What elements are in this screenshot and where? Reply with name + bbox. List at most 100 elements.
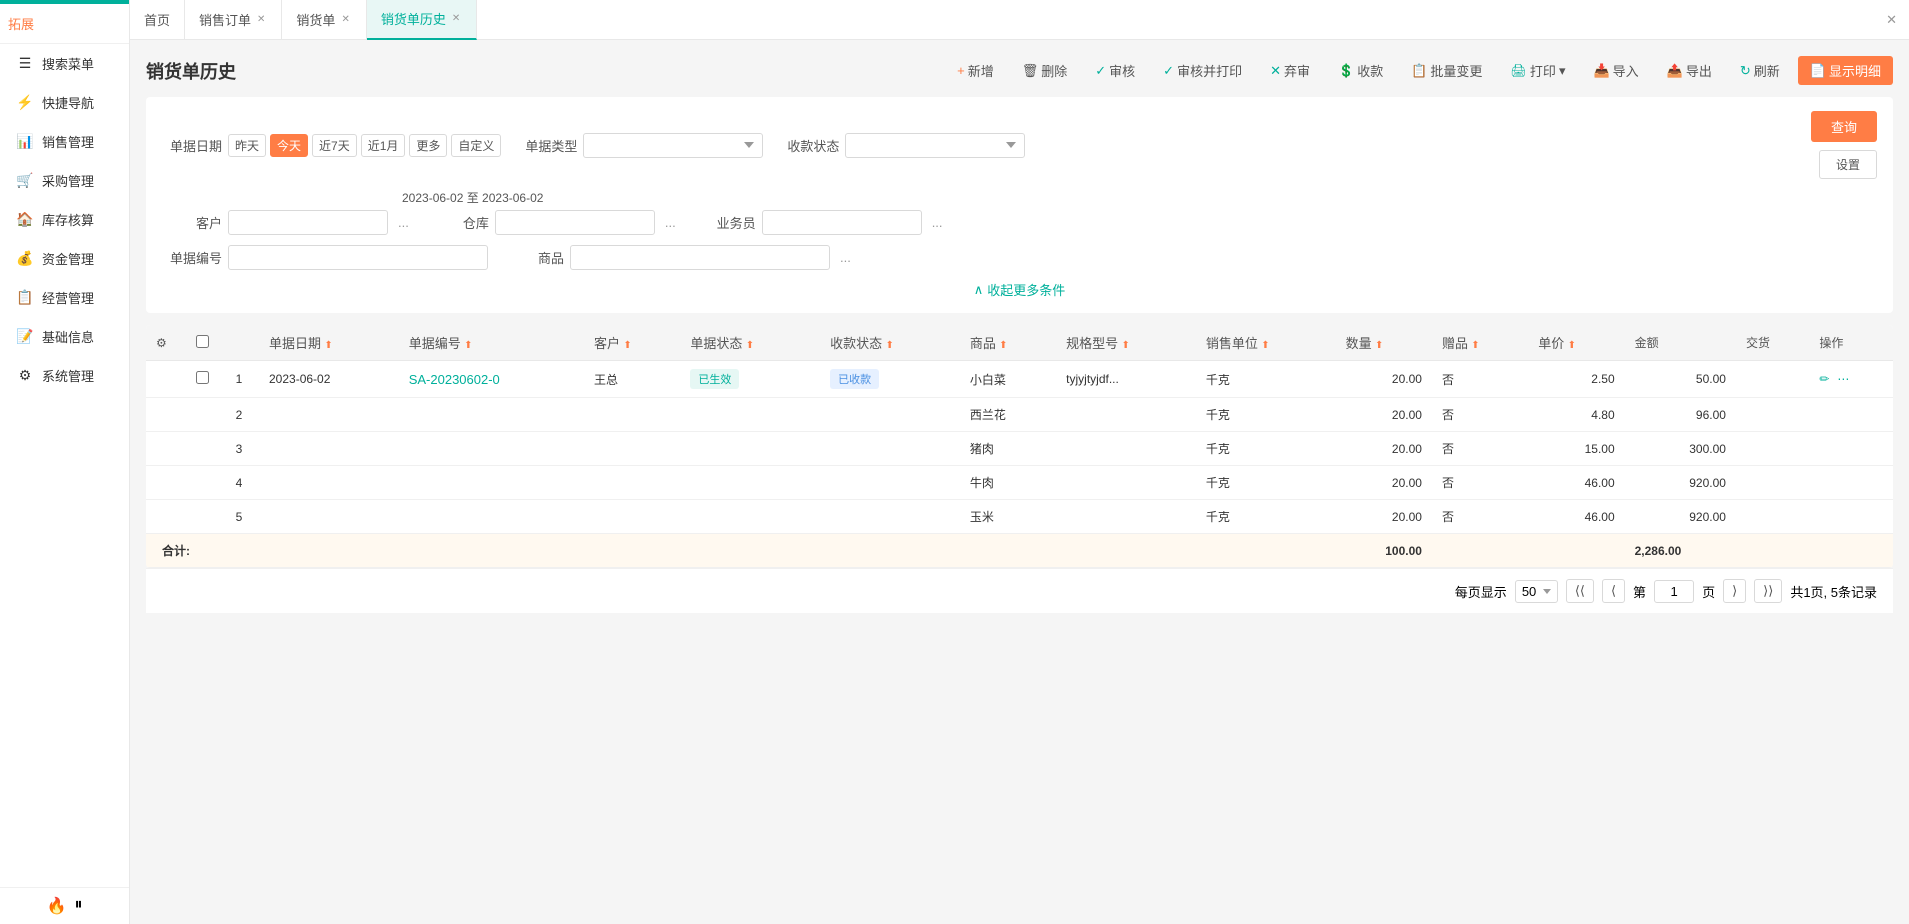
- cell-spec: [1056, 466, 1196, 500]
- per-page-select[interactable]: 50: [1515, 580, 1558, 603]
- sidebar-item-inventory[interactable]: 🏠 库存核算: [0, 200, 129, 239]
- doc-no-label: 单据编号: [162, 248, 222, 267]
- last-page-button[interactable]: ⟩⟩: [1754, 579, 1782, 603]
- date-btn-more[interactable]: 更多: [409, 134, 447, 157]
- sidebar-item-label: 经营管理: [42, 288, 94, 307]
- sidebar-logo: 拓展: [0, 4, 129, 44]
- cell-price: 15.00: [1528, 432, 1624, 466]
- select-all-checkbox[interactable]: [196, 335, 209, 348]
- payment-status-select[interactable]: [845, 133, 1025, 158]
- sidebar-item-basic-info[interactable]: 📝 基础信息: [0, 317, 129, 356]
- refresh-button[interactable]: ↻ 刷新: [1730, 56, 1790, 85]
- col-doc-date[interactable]: 单据日期 ⬆: [259, 325, 399, 361]
- sidebar-item-quick-nav[interactable]: ⚡ 快捷导航: [0, 83, 129, 122]
- filter-row-1: 单据日期 昨天 今天 近7天 近1月 更多 自定义 单据类型: [162, 111, 1877, 179]
- cell-spec: tyjyjtyjdf...: [1056, 361, 1196, 398]
- tab-home[interactable]: 首页: [130, 0, 185, 40]
- audit-label: 审核: [1109, 61, 1135, 80]
- col-qty[interactable]: 数量 ⬆: [1336, 325, 1432, 361]
- close-all-tabs[interactable]: ✕: [1874, 12, 1909, 28]
- audit-button[interactable]: ✓ 审核: [1085, 56, 1145, 85]
- cell-checkbox: [186, 432, 219, 466]
- print-label: 打印: [1530, 61, 1556, 80]
- query-button[interactable]: 查询: [1811, 111, 1877, 142]
- col-unit[interactable]: 销售单位 ⬆: [1196, 325, 1336, 361]
- col-unit-sort-icon: ⬆: [1261, 340, 1269, 351]
- table-row: 1 2023-06-02 SA-20230602-0 王总 已生效 已收款 小白…: [146, 361, 1893, 398]
- sidebar-item-label: 基础信息: [42, 327, 94, 346]
- cell-doc-status: 已生效: [680, 361, 820, 398]
- finance-mgmt-icon: 💰: [16, 250, 34, 267]
- collapse-button[interactable]: ∧ 收起更多条件: [162, 280, 1877, 299]
- sidebar-item-purchase-mgmt[interactable]: 🛒 采购管理: [0, 161, 129, 200]
- customer-dots[interactable]: ...: [394, 215, 413, 230]
- filter-salesperson: 业务员 ...: [696, 210, 947, 235]
- sidebar-item-finance-mgmt[interactable]: 💰 资金管理: [0, 239, 129, 278]
- date-btn-custom[interactable]: 自定义: [451, 134, 501, 157]
- import-button[interactable]: 📥 导入: [1583, 56, 1648, 85]
- cell-gear: [146, 466, 186, 500]
- tab-sales-order[interactable]: 销售订单 ✕: [185, 0, 282, 40]
- sidebar-item-sales-mgmt[interactable]: 📊 销售管理: [0, 122, 129, 161]
- salesperson-dots[interactable]: ...: [928, 215, 947, 230]
- tab-sales-order-close[interactable]: ✕: [255, 14, 267, 25]
- filter-product: 商品 ...: [504, 245, 855, 270]
- col-product[interactable]: 商品 ⬆: [960, 325, 1056, 361]
- audit-print-button[interactable]: ✓ 审核并打印: [1153, 56, 1252, 85]
- sidebar-item-system-mgmt[interactable]: ⚙ 系统管理: [0, 356, 129, 395]
- col-gear[interactable]: ⚙: [146, 325, 186, 361]
- edit-action[interactable]: ✏: [1819, 372, 1829, 386]
- tab-sales-goods[interactable]: 销货单 ✕: [282, 0, 366, 40]
- doc-type-select[interactable]: [583, 133, 763, 158]
- setting-button[interactable]: 设置: [1819, 150, 1877, 179]
- page-number-input[interactable]: [1654, 580, 1694, 603]
- sidebar-item-label: 快捷导航: [42, 93, 94, 112]
- product-dots[interactable]: ...: [836, 250, 855, 265]
- customer-input[interactable]: [228, 210, 388, 235]
- show-detail-button[interactable]: 📄 显示明细: [1798, 56, 1893, 85]
- filter-customer: 客户 ...: [162, 210, 413, 235]
- batch-change-button[interactable]: 📋 批量变更: [1401, 56, 1492, 85]
- cell-doc-date: [259, 500, 399, 534]
- more-action[interactable]: ⋯: [1837, 372, 1849, 386]
- next-page-button[interactable]: ⟩: [1723, 579, 1746, 603]
- col-pay-status[interactable]: 收款状态 ⬆: [820, 325, 960, 361]
- tab-sales-history-close[interactable]: ✕: [450, 13, 462, 24]
- tab-sales-history[interactable]: 销货单历史 ✕: [367, 0, 477, 40]
- fire-icon[interactable]: 🔥: [47, 896, 67, 916]
- cell-transaction: [1736, 432, 1809, 466]
- warehouse-dots[interactable]: ...: [661, 215, 680, 230]
- pause-icon[interactable]: ⏸: [74, 896, 82, 916]
- print-button[interactable]: 🖨 打印 ▾: [1500, 56, 1575, 85]
- col-gift[interactable]: 赠品 ⬆: [1432, 325, 1528, 361]
- col-spec[interactable]: 规格型号 ⬆: [1056, 325, 1196, 361]
- cell-price: 4.80: [1528, 398, 1624, 432]
- date-btn-yesterday[interactable]: 昨天: [228, 134, 266, 157]
- col-doc-no[interactable]: 单据编号 ⬆: [399, 325, 584, 361]
- warehouse-input[interactable]: [495, 210, 655, 235]
- date-btn-last-month[interactable]: 近1月: [361, 134, 406, 157]
- date-btn-last7[interactable]: 近7天: [312, 134, 357, 157]
- date-btn-today[interactable]: 今天: [270, 134, 308, 157]
- sidebar-item-operations-mgmt[interactable]: 📋 经营管理: [0, 278, 129, 317]
- doc-no-link[interactable]: SA-20230602-0: [409, 372, 500, 387]
- sidebar-item-search-menu[interactable]: ☰ 搜索菜单: [0, 44, 129, 83]
- salesperson-input[interactable]: [762, 210, 922, 235]
- doc-no-input[interactable]: [228, 245, 488, 270]
- col-price[interactable]: 单价 ⬆: [1528, 325, 1624, 361]
- cell-customer: [584, 432, 680, 466]
- col-customer[interactable]: 客户 ⬆: [584, 325, 680, 361]
- add-button[interactable]: + 新增: [947, 56, 1004, 85]
- customer-label: 客户: [162, 213, 222, 232]
- receive-button[interactable]: 💲 收款: [1328, 56, 1393, 85]
- row-checkbox[interactable]: [196, 371, 209, 384]
- tab-sales-goods-close[interactable]: ✕: [339, 14, 351, 25]
- prev-page-button[interactable]: ⟨: [1602, 579, 1625, 603]
- discard-button[interactable]: ✕ 弃审: [1260, 56, 1320, 85]
- delete-button[interactable]: 🗑 删除: [1012, 56, 1078, 85]
- export-button[interactable]: 📤 导出: [1657, 56, 1722, 85]
- product-input[interactable]: [570, 245, 830, 270]
- col-doc-status[interactable]: 单据状态 ⬆: [680, 325, 820, 361]
- filter-warehouse: 仓库 ...: [429, 210, 680, 235]
- first-page-button[interactable]: ⟨⟨: [1566, 579, 1594, 603]
